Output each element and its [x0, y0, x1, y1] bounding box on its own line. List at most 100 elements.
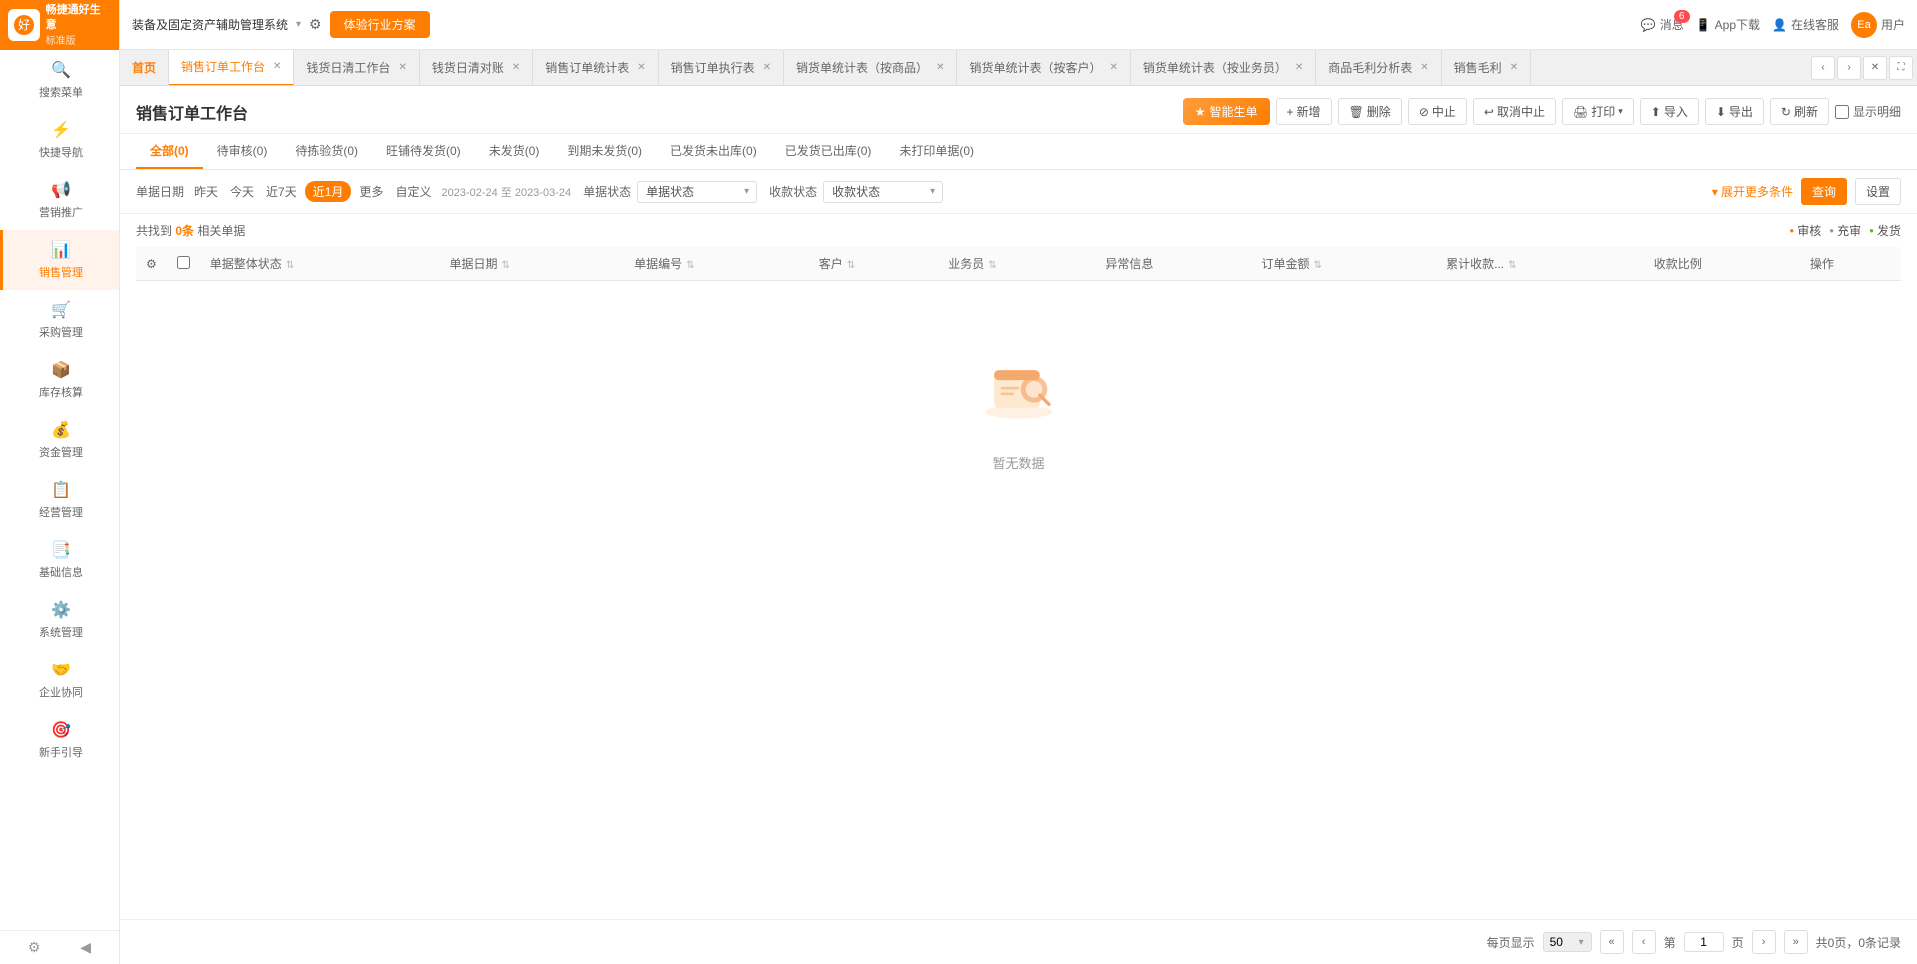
sidebar-collapse-icon[interactable]: ◀ [80, 939, 91, 956]
tab-close-sales-staff[interactable]: ✕ [1295, 62, 1303, 73]
col-header-number[interactable]: 单据编号⇅ [624, 247, 809, 281]
col-header-status[interactable]: 单据整体状态⇅ [200, 247, 440, 281]
refresh-btn[interactable]: ↻ 刷新 [1770, 98, 1829, 125]
date-option-更多[interactable]: 更多 [355, 181, 387, 202]
print-btn[interactable]: 🖨 打印 ▾ [1562, 98, 1634, 125]
tab-sales-stats[interactable]: 销售订单统计表✕ [533, 50, 658, 86]
sidebar-item-purchase[interactable]: 🛒采购管理 [0, 290, 119, 350]
show-detail-checkbox[interactable] [1835, 105, 1849, 119]
tab-sales-exec[interactable]: 销售订单执行表✕ [659, 50, 784, 86]
date-option-近1月[interactable]: 近1月 [305, 181, 352, 202]
status-select[interactable]: 单据状态 [637, 181, 757, 203]
stop-btn[interactable]: ⊘ 中止 [1408, 98, 1467, 125]
tab-sales-product[interactable]: 销货单统计表（按商品）✕ [784, 50, 957, 86]
tab-close-sales-workbench[interactable]: ✕ [273, 61, 281, 72]
subtab-wangpu-pending[interactable]: 旺铺待发货(0) [372, 134, 475, 169]
payment-select[interactable]: 收款状态 [823, 181, 943, 203]
ship-action[interactable]: 发货 [1869, 222, 1901, 239]
col-header-salesperson[interactable]: 业务员⇅ [938, 247, 1095, 281]
sidebar-bottom: ⚙ ◀ [0, 930, 119, 964]
app-download-btn[interactable]: 📱 App下载 [1696, 16, 1760, 33]
tab-close-sales-exec[interactable]: ✕ [763, 62, 771, 73]
sidebar-settings-icon[interactable]: ⚙ [28, 939, 41, 956]
user-btn[interactable]: Ea 用户 [1851, 12, 1905, 38]
last-page-btn[interactable]: » [1784, 930, 1808, 954]
sidebar-item-guide[interactable]: 🎯新手引导 [0, 710, 119, 770]
search-btn[interactable]: 查询 [1801, 178, 1847, 205]
subtab-overdue-not-shipped[interactable]: 到期未发货(0) [553, 134, 656, 169]
import-btn[interactable]: ⬆ 导入 [1640, 98, 1699, 125]
tab-cash-reconcile[interactable]: 钱货日清对账✕ [420, 50, 533, 86]
date-option-昨天[interactable]: 昨天 [190, 181, 222, 202]
message-btn[interactable]: 💬 消息 6 [1641, 16, 1684, 33]
tab-sales-staff[interactable]: 销货单统计表（按业务员）✕ [1131, 50, 1316, 86]
date-option-今天[interactable]: 今天 [226, 181, 258, 202]
add-btn[interactable]: + 新增 [1276, 98, 1332, 125]
tab-sales-customer[interactable]: 销货单统计表（按客户）✕ [957, 50, 1130, 86]
tab-close-sales-gross[interactable]: ✕ [1510, 62, 1518, 73]
sidebar-item-operations[interactable]: 📋经营管理 [0, 470, 119, 530]
sidebar-item-quick-nav[interactable]: ⚡快捷导航 [0, 110, 119, 170]
col-header-date[interactable]: 单据日期⇅ [440, 247, 625, 281]
date-option-自定义[interactable]: 自定义 [391, 181, 435, 202]
tab-close-product-margin[interactable]: ✕ [1420, 62, 1428, 73]
col-header-amount[interactable]: 订单金额⇅ [1252, 247, 1437, 281]
col-header-customer[interactable]: 客户⇅ [809, 247, 939, 281]
sidebar-item-inventory[interactable]: 📦库存核算 [0, 350, 119, 410]
col-header-collected[interactable]: 累计收款...⇅ [1436, 247, 1644, 281]
tab-close-cash-reconcile[interactable]: ✕ [512, 62, 520, 73]
tab-next-btn[interactable]: › [1837, 56, 1861, 80]
tab-sales-gross[interactable]: 销售毛利✕ [1442, 50, 1531, 86]
export-btn[interactable]: ⬇ 导出 [1705, 98, 1764, 125]
subtabs: 全部(0)待审核(0)待拣验货(0)旺铺待发货(0) 未发货(0) 到期未发货(0)… [120, 134, 1917, 170]
subtab-not-printed[interactable]: 未打印单据(0) [885, 134, 988, 169]
industry-btn[interactable]: 体验行业方案 [330, 11, 430, 38]
sidebar-item-finance[interactable]: 💰资金管理 [0, 410, 119, 470]
tab-close-sales-product[interactable]: ✕ [936, 62, 944, 73]
tab-prev-btn[interactable]: ‹ [1811, 56, 1835, 80]
page-input[interactable] [1684, 932, 1724, 952]
tab-close-all-btn[interactable]: ✕ [1863, 56, 1887, 80]
sidebar-item-cooperation[interactable]: 🤝企业协同 [0, 650, 119, 710]
result-summary: 共找到 0条 相关单据 [136, 222, 245, 239]
next-page-btn[interactable]: › [1752, 930, 1776, 954]
subtab-pending-inspect[interactable]: 待拣验货(0) [281, 134, 372, 169]
subtab-not-shipped[interactable]: 未发货(0) [475, 134, 554, 169]
sidebar-item-system[interactable]: ⚙️系统管理 [0, 590, 119, 650]
page-size-select[interactable]: 50 10 20 100 [1543, 932, 1592, 952]
subtab-shipped-not-warehoused[interactable]: 已发货未出库(0) [656, 134, 771, 169]
date-option-近7天[interactable]: 近7天 [262, 181, 301, 202]
first-page-btn[interactable]: « [1600, 930, 1624, 954]
sidebar-icon-finance: 💰 [51, 420, 71, 440]
filter-settings-btn[interactable]: 设置 [1855, 178, 1901, 205]
total-records: 共0页，0条记录 [1816, 934, 1901, 951]
expand-btn[interactable]: ▾ 展开更多条件 [1712, 183, 1793, 200]
smart-gen-btn[interactable]: ★ 智能生单 [1183, 98, 1270, 125]
tab-close-sales-stats[interactable]: ✕ [637, 62, 645, 73]
sidebar-item-basic-info[interactable]: 📑基础信息 [0, 530, 119, 590]
tab-maximize-btn[interactable]: ⛶ [1889, 56, 1913, 80]
subtab-pending-review[interactable]: 待审核(0) [203, 134, 282, 169]
tab-sales-workbench[interactable]: 销售订单工作台✕ [169, 50, 294, 86]
tab-close-cash-daily[interactable]: ✕ [398, 62, 406, 73]
subtab-label-not-shipped: 未发货(0) [489, 144, 540, 158]
review-action[interactable]: 审核 [1789, 222, 1821, 239]
void-action[interactable]: 充审 [1829, 222, 1861, 239]
prev-page-btn[interactable]: ‹ [1632, 930, 1656, 954]
subtab-all[interactable]: 全部(0) [136, 134, 203, 169]
tab-product-margin[interactable]: 商品毛利分析表✕ [1316, 50, 1441, 86]
topbar-settings-icon[interactable]: ⚙ [309, 16, 322, 33]
settings-col-icon[interactable]: ⚙ [146, 257, 157, 271]
subtab-shipped-warehoused[interactable]: 已发货已出库(0) [771, 134, 886, 169]
sidebar-item-search[interactable]: 🔍搜索菜单 [0, 50, 119, 110]
sidebar-item-sales[interactable]: 📊销售管理 [0, 230, 119, 290]
online-service-btn[interactable]: 👤 在线客服 [1772, 16, 1839, 33]
sidebar-item-marketing[interactable]: 📢营销推广 [0, 170, 119, 230]
col-header-checkbox [167, 247, 200, 281]
delete-btn[interactable]: 🗑 删除 [1338, 98, 1402, 125]
cancel-stop-btn[interactable]: ↩ 取消中止 [1473, 98, 1556, 125]
tab-close-sales-customer[interactable]: ✕ [1109, 62, 1117, 73]
select-all-checkbox[interactable] [177, 256, 190, 269]
tab-home[interactable]: 首页 [120, 50, 169, 86]
tab-cash-daily[interactable]: 钱货日清工作台✕ [294, 50, 419, 86]
